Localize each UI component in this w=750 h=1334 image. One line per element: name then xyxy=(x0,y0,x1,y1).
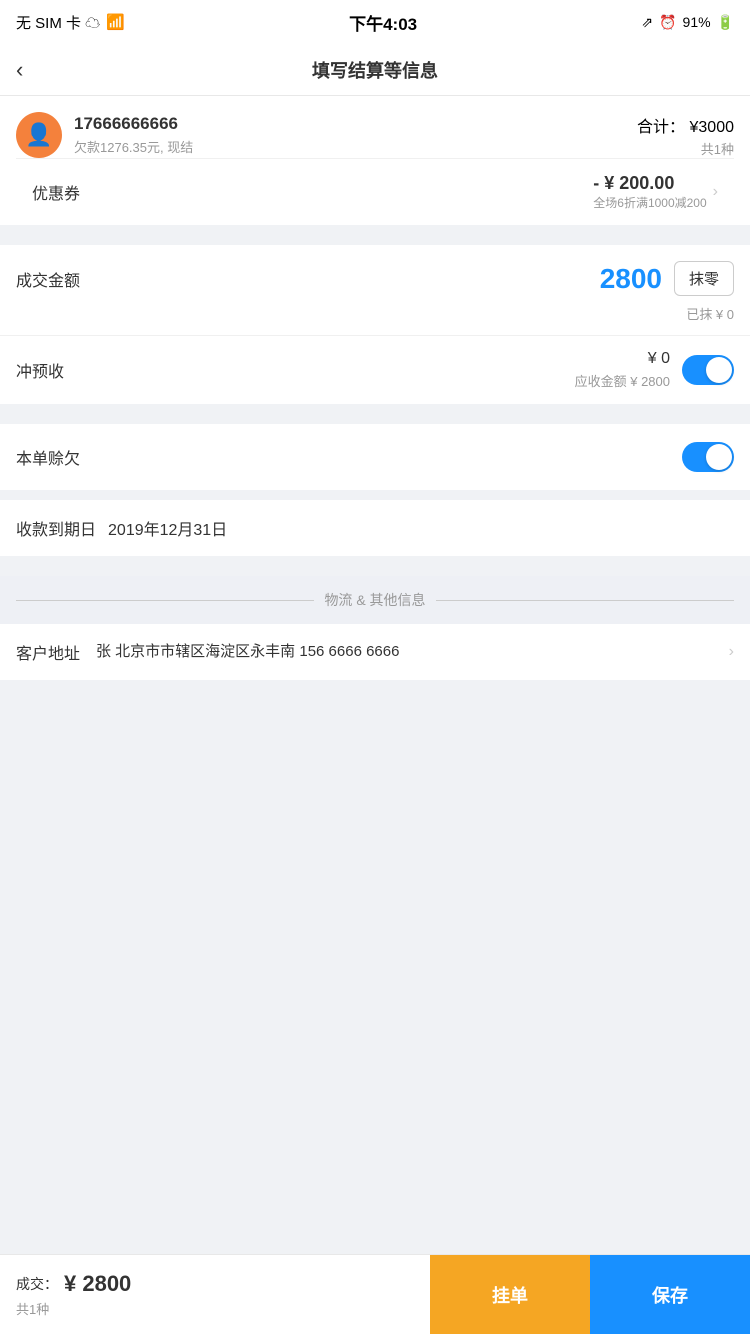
prepaid-toggle[interactable] xyxy=(682,355,734,385)
section-divider-3 xyxy=(0,566,750,576)
prepaid-right: ¥ 0 应收金额 ¥ 2800 xyxy=(575,350,734,390)
page-header: ‹ 填写结算等信息 xyxy=(0,44,750,96)
total-amount: ¥3000 xyxy=(690,119,735,136)
section-divider-2 xyxy=(0,414,750,424)
bottom-total-row: 成交： ¥ 2800 xyxy=(16,1271,414,1297)
transaction-label: 成交金额 xyxy=(16,267,80,291)
bottom-total-label: 成交： xyxy=(16,1274,58,1294)
section-line-right xyxy=(436,600,734,601)
user-right: 合计： ¥3000 共1种 xyxy=(637,113,734,158)
address-chevron-icon: › xyxy=(729,643,734,661)
logistics-label: 物流 & 其他信息 xyxy=(324,590,425,610)
user-phone: 17666666666 xyxy=(74,114,193,134)
wifi-icon: 📶 xyxy=(106,13,125,31)
bottom-total-amount: ¥ 2800 xyxy=(64,1271,131,1297)
battery-icon: 🔋 xyxy=(717,14,734,31)
debit-label: 本单赊欠 xyxy=(16,445,80,469)
battery-label: 91% xyxy=(683,14,711,30)
coupon-row[interactable]: 优惠券 - ¥ 200.00 全场6折满1000减200 › xyxy=(16,158,734,225)
section-line-left xyxy=(16,600,314,601)
prepaid-amounts: ¥ 0 应收金额 ¥ 2800 xyxy=(575,350,670,390)
bottom-count: 共1种 xyxy=(16,1299,414,1318)
back-button[interactable]: ‹ xyxy=(16,57,23,83)
transaction-right: 2800 抹零 xyxy=(600,261,734,296)
total-count: 共1种 xyxy=(637,139,734,158)
user-debt: 欠款1276.35元, 现结 xyxy=(74,137,193,156)
user-card: 👤 17666666666 欠款1276.35元, 现结 合计： ¥3000 共… xyxy=(0,96,750,225)
location-icon: ⇗ xyxy=(641,14,653,31)
coupon-right: - ¥ 200.00 全场6折满1000减200 › xyxy=(593,173,718,211)
total-label: 合计： ¥3000 xyxy=(637,113,734,137)
address-row[interactable]: 客户地址 张 北京市市辖区海淀区永丰南 156 6666 6666 › xyxy=(0,624,750,680)
coupon-label: 优惠券 xyxy=(32,180,80,204)
status-left: 无 SIM 卡 ☁ 📶 xyxy=(16,12,125,33)
transaction-amount: 2800 xyxy=(600,263,662,295)
avatar: 👤 xyxy=(16,112,62,158)
bottom-info: 成交： ¥ 2800 共1种 xyxy=(0,1271,430,1318)
debit-toggle[interactable] xyxy=(682,442,734,472)
user-row: 👤 17666666666 欠款1276.35元, 现结 合计： ¥3000 共… xyxy=(16,112,734,158)
due-date-label: 收款到期日 xyxy=(16,516,96,540)
logistics-header: 物流 & 其他信息 xyxy=(0,576,750,624)
user-info: 17666666666 欠款1276.35元, 现结 xyxy=(74,114,193,156)
toggle-thumb xyxy=(706,357,732,383)
coupon-desc: 全场6折满1000减200 xyxy=(593,194,706,211)
pending-button[interactable]: 挂单 xyxy=(430,1255,590,1334)
sim-label: 无 SIM 卡 ☁ xyxy=(16,12,100,33)
coupon-amount: - ¥ 200.00 xyxy=(593,173,706,194)
status-bar: 无 SIM 卡 ☁ 📶 下午4:03 ⇗ ⏰ 91% 🔋 xyxy=(0,0,750,44)
prepaid-sub: 应收金额 ¥ 2800 xyxy=(575,371,670,390)
page-title: 填写结算等信息 xyxy=(312,57,438,83)
chevron-right-icon: › xyxy=(713,183,718,201)
save-button[interactable]: 保存 xyxy=(590,1255,750,1334)
prepaid-amount: ¥ 0 xyxy=(648,350,670,368)
round-button[interactable]: 抹零 xyxy=(674,261,734,296)
coupon-info: - ¥ 200.00 全场6折满1000减200 xyxy=(593,173,706,211)
transaction-row: 成交金额 2800 抹零 xyxy=(0,245,750,304)
section-divider-1 xyxy=(0,235,750,245)
status-time: 下午4:03 xyxy=(349,10,417,35)
debit-toggle-thumb xyxy=(706,444,732,470)
transaction-section: 成交金额 2800 抹零 已抹 ¥ 0 冲预收 ¥ 0 应收金额 ¥ 2800 xyxy=(0,245,750,404)
prepaid-row: 冲预收 ¥ 0 应收金额 ¥ 2800 xyxy=(0,335,750,404)
due-date-row: 收款到期日 2019年12月31日 xyxy=(0,500,750,556)
content: 👤 17666666666 欠款1276.35元, 现结 合计： ¥3000 共… xyxy=(0,96,750,930)
status-right: ⇗ ⏰ 91% 🔋 xyxy=(641,14,734,31)
user-left: 👤 17666666666 欠款1276.35元, 现结 xyxy=(16,112,193,158)
address-label: 客户地址 xyxy=(16,640,80,664)
alarm-icon: ⏰ xyxy=(659,14,676,31)
empty-space xyxy=(0,690,750,840)
transaction-sub: 已抹 ¥ 0 xyxy=(0,304,750,335)
prepaid-label: 冲预收 xyxy=(16,358,64,382)
address-value: 张 北京市市辖区海淀区永丰南 156 6666 6666 xyxy=(96,641,729,664)
total-label-text: 合计： xyxy=(637,119,685,136)
due-date-value: 2019年12月31日 xyxy=(108,516,227,540)
debit-row: 本单赊欠 xyxy=(0,424,750,490)
bottom-bar: 成交： ¥ 2800 共1种 挂单 保存 xyxy=(0,1254,750,1334)
